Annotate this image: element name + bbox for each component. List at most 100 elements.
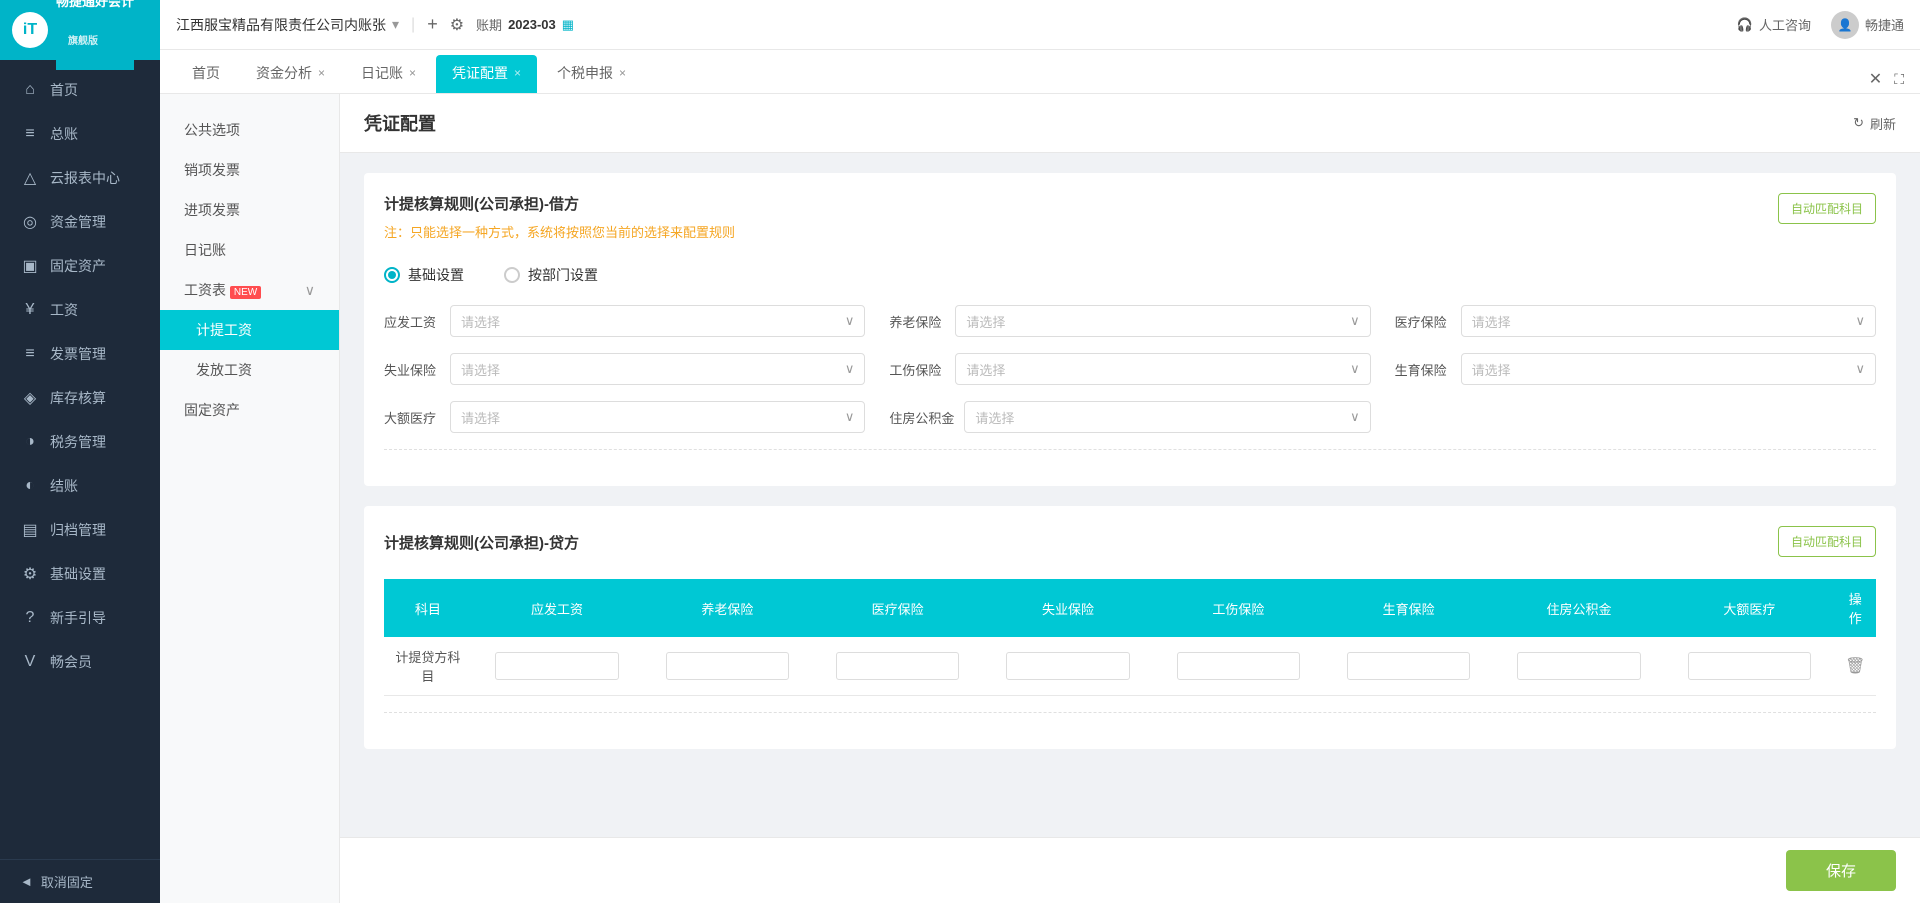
debit-divider [384, 449, 1876, 450]
save-button[interactable]: 保存 [1786, 850, 1896, 891]
left-menu-public[interactable]: 公共选项 [160, 110, 339, 150]
debit-section: 计提核算规则(公司承担)-借方 注：只能选择一种方式，系统将按照您当前的选择来配… [364, 173, 1896, 486]
tab-journal-close[interactable]: × [409, 66, 416, 80]
select-unemployment-value: 请选择 [461, 360, 500, 379]
company-selector[interactable]: 江西服宝精品有限责任公司内账张 ▾ [176, 15, 399, 35]
input-gross-salary[interactable] [495, 652, 618, 680]
sidebar-item-settings[interactable]: ⚙ 基础设置 [0, 552, 160, 596]
input-injury[interactable] [1177, 652, 1300, 680]
content-area: 公共选项 销项发票 进项发票 日记账 工资表 NEW ∨ 计提工资 发放工资 固… [160, 94, 1920, 903]
unpin-label: 取消固定 [41, 872, 93, 891]
label-pension: 养老保险 [889, 312, 945, 331]
label-injury: 工伤保险 [889, 360, 945, 379]
guide-icon: ? [20, 609, 40, 627]
label-large-medical: 大额医疗 [384, 408, 440, 427]
select-maternity[interactable]: 请选择 ∨ [1461, 353, 1876, 385]
left-menu-accrue-salary[interactable]: 计提工资 [160, 310, 339, 350]
debit-fields-row3: 大额医疗 请选择 ∨ 住房公积金 请选择 ∨ [384, 401, 1876, 433]
sidebar-label-inventory: 库存核算 [50, 388, 106, 408]
tab-funds[interactable]: 资金分析 × [240, 55, 341, 93]
avatar-icon: 👤 [1838, 18, 1853, 32]
sidebar-item-fixed-assets[interactable]: ▣ 固定资产 [0, 244, 160, 288]
credit-table: 科目 应发工资 养老保险 医疗保险 失业保险 工伤保险 生育保险 住房公积金 大… [384, 579, 1876, 696]
add-book-button[interactable]: + [427, 14, 438, 35]
select-housing-fund-value: 请选择 [975, 408, 1014, 427]
user-menu[interactable]: 👤 畅捷通 [1831, 11, 1904, 39]
sidebar-label-fixed-assets: 固定资产 [50, 256, 106, 276]
left-menu-journal[interactable]: 日记账 [160, 230, 339, 270]
select-housing-fund-arrow: ∨ [1350, 409, 1360, 425]
select-gross-salary[interactable]: 请选择 ∨ [450, 305, 865, 337]
sidebar-label-close: 结账 [50, 476, 78, 496]
archive-icon: ▤ [20, 520, 40, 540]
tab-tax[interactable]: 个税申报 × [541, 55, 642, 93]
select-unemployment[interactable]: 请选择 ∨ [450, 353, 865, 385]
sidebar-label-invoice: 发票管理 [50, 344, 106, 364]
left-menu-fixed-assets[interactable]: 固定资产 [160, 390, 339, 430]
select-housing-fund[interactable]: 请选择 ∨ [964, 401, 1370, 433]
sidebar-item-archive[interactable]: ▤ 归档管理 [0, 508, 160, 552]
credit-auto-match-button[interactable]: 自动匹配科目 [1778, 526, 1876, 557]
input-maternity[interactable] [1347, 652, 1470, 680]
select-injury-value: 请选择 [966, 360, 1005, 379]
select-injury[interactable]: 请选择 ∨ [955, 353, 1370, 385]
input-unemployment[interactable] [1006, 652, 1129, 680]
left-menu-sales-invoice[interactable]: 销项发票 [160, 150, 339, 190]
sidebar-item-ledger[interactable]: ≡ 总账 [0, 112, 160, 156]
col-action: 操作 [1834, 579, 1876, 637]
cell-gross-salary [472, 637, 642, 696]
settings-gear-icon[interactable]: ⚙ [450, 15, 464, 35]
refresh-button[interactable]: ↻ 刷新 [1853, 114, 1896, 133]
close-tab-icon[interactable]: ✕ [1869, 69, 1882, 89]
reports-icon: △ [20, 168, 40, 188]
unpin-sidebar-button[interactable]: ◄ 取消固定 [0, 859, 160, 903]
select-medical-value: 请选择 [1472, 312, 1511, 331]
left-menu-pay-salary[interactable]: 发放工资 [160, 350, 339, 390]
sidebar-label-home: 首页 [50, 80, 78, 100]
field-medical: 医疗保险 请选择 ∨ [1395, 305, 1876, 337]
sidebar-item-funds[interactable]: ◎ 资金管理 [0, 200, 160, 244]
sidebar-item-tax[interactable]: ◑ 税务管理 [0, 420, 160, 464]
input-pension[interactable] [666, 652, 789, 680]
select-large-medical-arrow: ∨ [845, 409, 855, 425]
input-large-medical[interactable] [1688, 652, 1811, 680]
sidebar-item-vip[interactable]: V 畅会员 [0, 640, 160, 684]
input-housing[interactable] [1517, 652, 1640, 680]
sidebar: iT 畅捷通好会计 旗舰版 ⌂ 首页 ≡ 总账 △ 云报表中心 ◎ 资金管理 ▣… [0, 0, 160, 903]
sidebar-item-inventory[interactable]: ◈ 库存核算 [0, 376, 160, 420]
select-medical[interactable]: 请选择 ∨ [1461, 305, 1876, 337]
service-button[interactable]: 🎧 人工咨询 [1737, 15, 1811, 34]
left-menu-purchase-invoice[interactable]: 进项发票 [160, 190, 339, 230]
select-maternity-value: 请选择 [1472, 360, 1511, 379]
label-gross-salary: 应发工资 [384, 312, 440, 331]
sidebar-item-reports[interactable]: △ 云报表中心 [0, 156, 160, 200]
tab-voucher-close[interactable]: × [514, 66, 521, 80]
select-large-medical-value: 请选择 [461, 408, 500, 427]
input-medical[interactable] [836, 652, 959, 680]
sidebar-item-close[interactable]: ◐ 结账 [0, 464, 160, 508]
sidebar-item-invoice[interactable]: ≡ 发票管理 [0, 332, 160, 376]
sidebar-item-home[interactable]: ⌂ 首页 [0, 68, 160, 112]
radio-by-dept[interactable]: 按部门设置 [504, 265, 598, 285]
sidebar-label-salary: 工资 [50, 300, 78, 320]
debit-auto-match-button[interactable]: 自动匹配科目 [1778, 193, 1876, 224]
user-name: 畅捷通 [1865, 15, 1904, 34]
select-pension[interactable]: 请选择 ∨ [955, 305, 1370, 337]
sidebar-label-ledger: 总账 [50, 124, 78, 144]
tab-voucher-config[interactable]: 凭证配置 × [436, 55, 537, 93]
label-medical: 医疗保险 [1395, 312, 1451, 331]
sidebar-item-salary[interactable]: ¥ 工资 [0, 288, 160, 332]
main-panel: 凭证配置 ↻ 刷新 计提核算规则(公司承担)-借方 注：只能选择一种方式，系统将… [340, 94, 1920, 903]
tab-funds-close[interactable]: × [318, 66, 325, 80]
setting-mode-group: 基础设置 按部门设置 [384, 265, 1876, 285]
period-selector[interactable]: 账期 2023-03 ▦ [476, 15, 574, 34]
delete-row-button[interactable]: 🗑 [1845, 658, 1865, 675]
tab-tax-close[interactable]: × [619, 66, 626, 80]
select-large-medical[interactable]: 请选择 ∨ [450, 401, 865, 433]
left-menu-salary-table[interactable]: 工资表 NEW ∨ [160, 270, 339, 310]
expand-icon[interactable]: ⛶ [1894, 71, 1904, 88]
sidebar-item-guide[interactable]: ? 新手引导 [0, 596, 160, 640]
radio-basic[interactable]: 基础设置 [384, 265, 464, 285]
tab-home[interactable]: 首页 [176, 55, 236, 93]
tab-journal[interactable]: 日记账 × [345, 55, 432, 93]
